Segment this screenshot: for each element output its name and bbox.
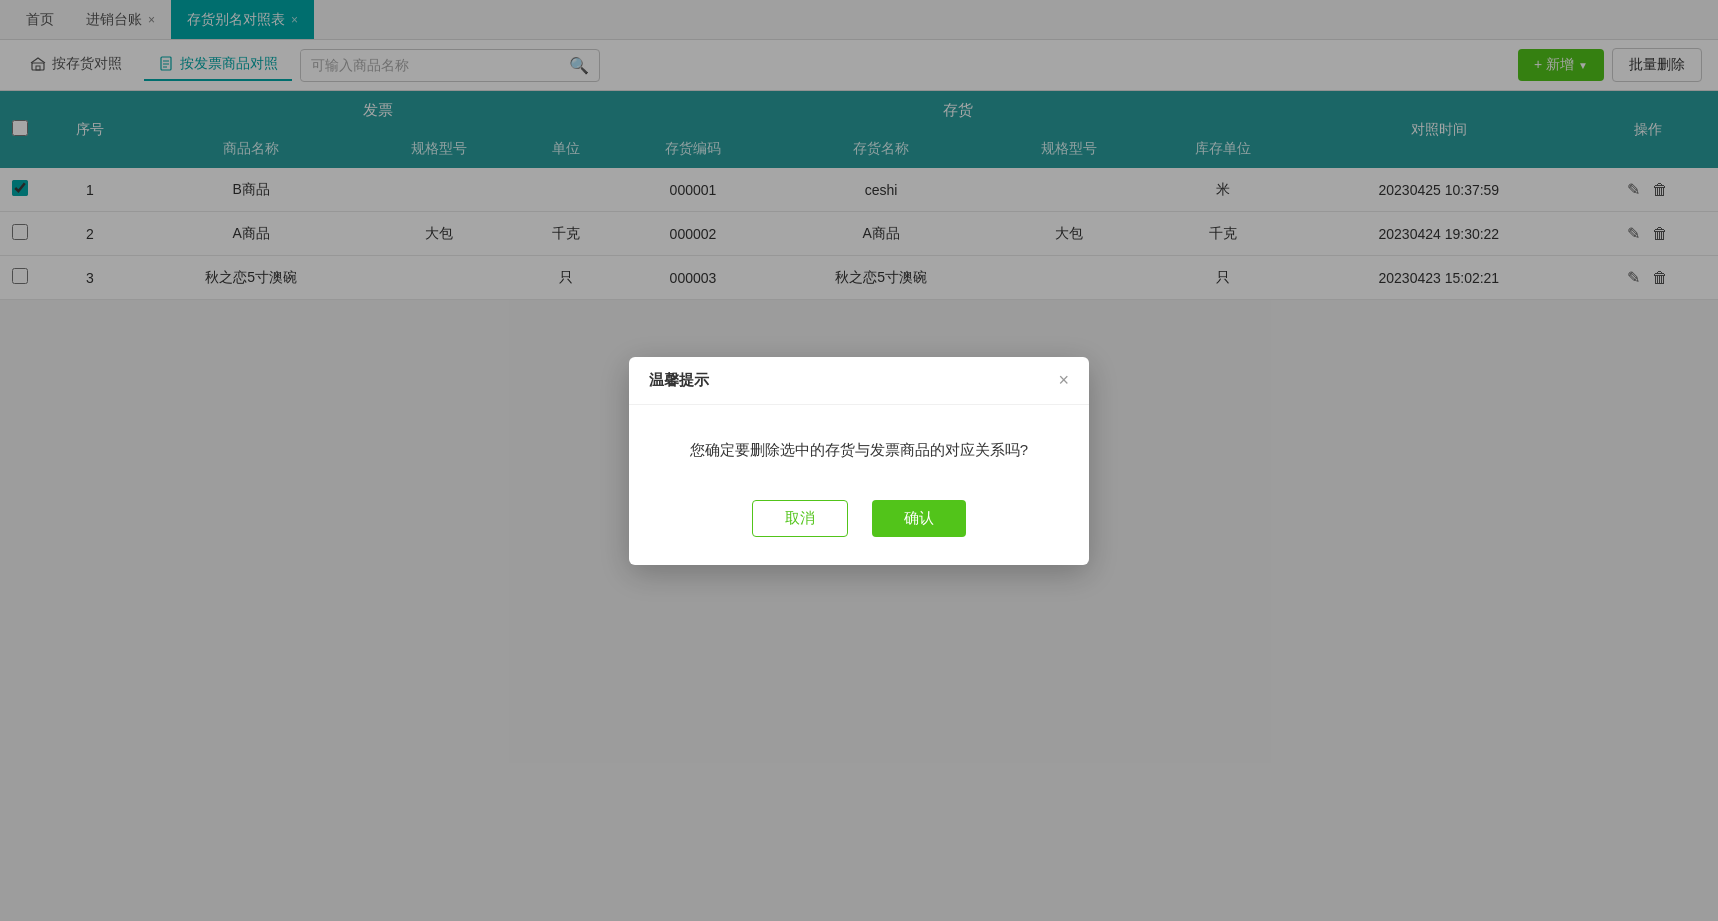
overlay: 温馨提示 × 您确定要删除选中的存货与发票商品的对应关系吗? 取消 确认	[0, 0, 1718, 300]
